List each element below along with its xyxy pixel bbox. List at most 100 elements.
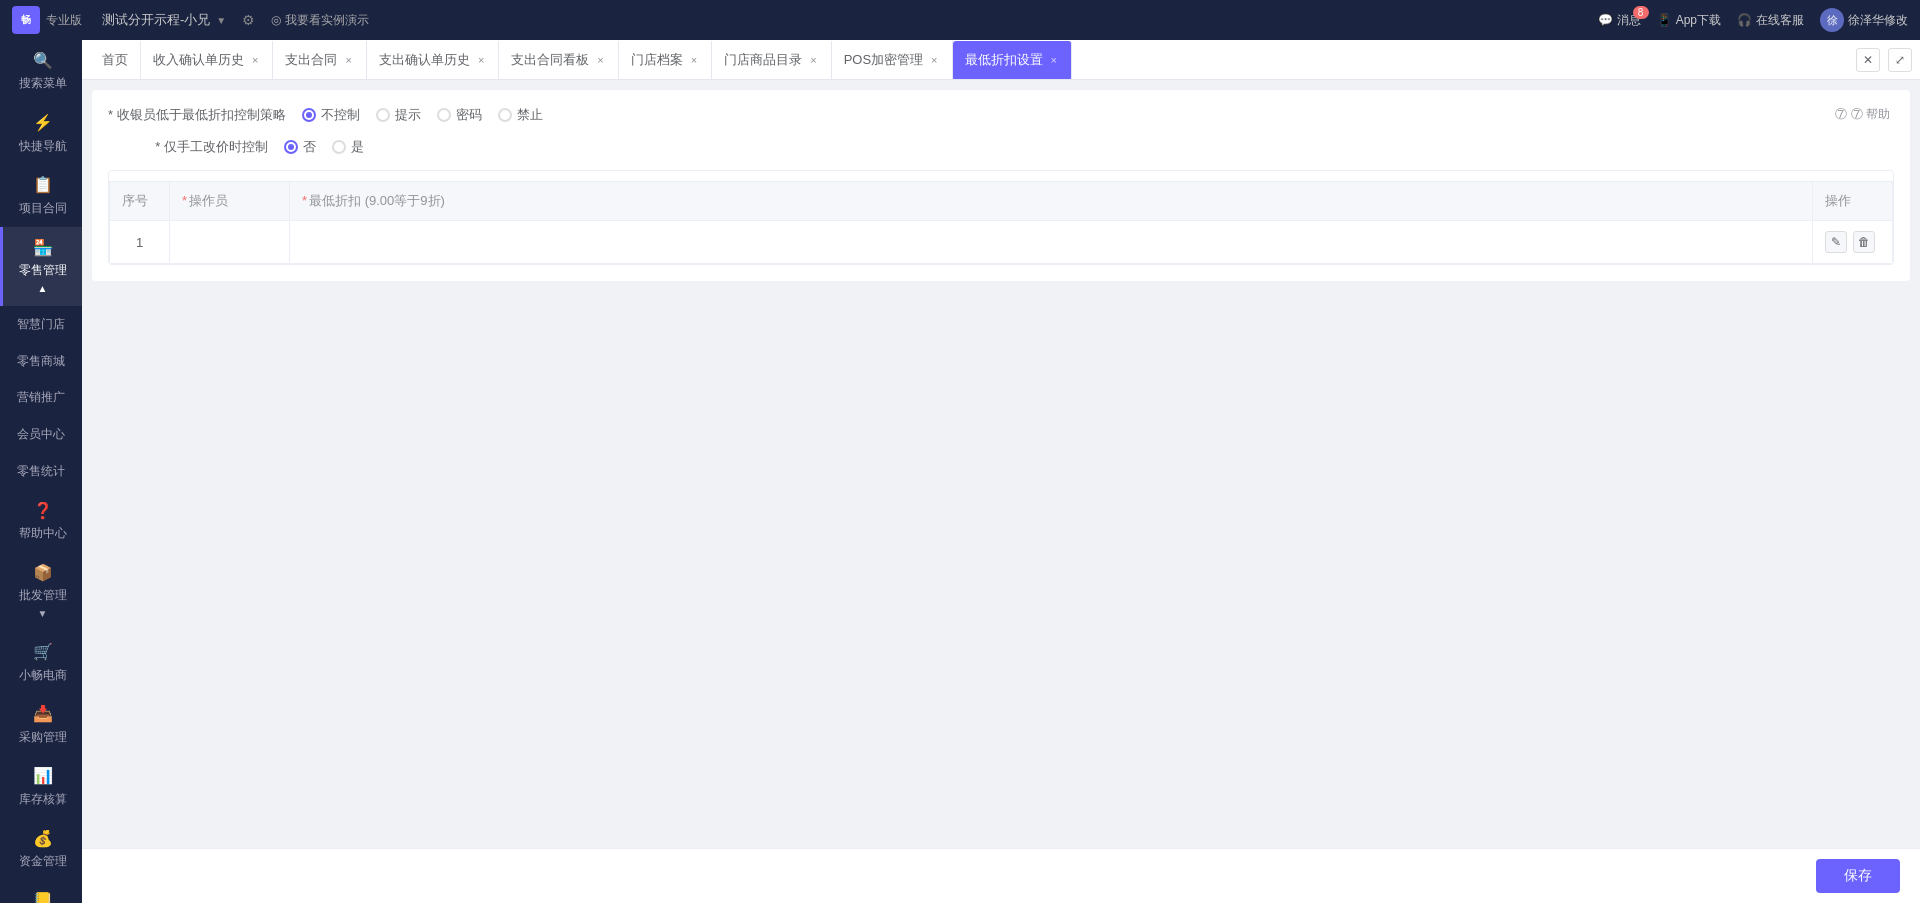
tab-payment-contract[interactable]: 支出合同 × — [273, 41, 366, 79]
save-button[interactable]: 保存 — [1816, 859, 1900, 893]
tab-store-goods-label: 门店商品目录 — [724, 51, 802, 69]
sidebar-item-member[interactable]: 会员中心 — [0, 416, 82, 453]
table-header-row: 序号 *操作员 *最低折扣 (9.00等于9折) 操作 — [110, 182, 1893, 221]
tab-pos-security-close[interactable]: × — [929, 53, 939, 67]
logo-icon: 畅 — [12, 6, 40, 34]
sidebar-item-project[interactable]: 📋 项目合同 — [0, 164, 82, 226]
tab-store-goods[interactable]: 门店商品目录 × — [712, 41, 831, 79]
sidebar-label-marketing: 营销推广 — [17, 389, 65, 406]
radio-no-control-circle — [302, 108, 316, 122]
sidebar-item-wholesale[interactable]: 📦 批发管理 ▼ — [0, 552, 82, 631]
radio-forbidden-label: 禁止 — [517, 106, 543, 124]
logo: 畅 专业版 — [12, 6, 94, 34]
tab-payment-confirm[interactable]: 支出确认单历史 × — [367, 41, 499, 79]
radio-forbidden[interactable]: 禁止 — [498, 106, 543, 124]
tab-store-file-close[interactable]: × — [689, 53, 699, 67]
ecommerce-icon: 🛒 — [33, 641, 53, 663]
discount-strategy-row: * 收银员低于最低折扣控制策略 不控制 提示 密码 — [108, 106, 1894, 124]
sidebar-item-marketing[interactable]: 营销推广 — [0, 379, 82, 416]
tab-store-file-label: 门店档案 — [631, 51, 683, 69]
sidebar-label-retail-mall: 零售商城 — [17, 353, 65, 370]
discount-table-scroll: 序号 *操作员 *最低折扣 (9.00等于9折) 操作 — [108, 170, 1894, 265]
retail-icon: 🏪 — [33, 237, 53, 259]
sidebar-item-quicknav[interactable]: ⚡ 快捷导航 — [0, 102, 82, 164]
radio-manual-no-circle — [284, 140, 298, 154]
search-icon: 🔍 — [33, 50, 53, 72]
sidebar-item-retail-mall[interactable]: 零售商城 — [0, 343, 82, 380]
online-service-item[interactable]: 🎧 在线客服 — [1737, 12, 1804, 29]
radio-password[interactable]: 密码 — [437, 106, 482, 124]
tab-income-confirm[interactable]: 收入确认单历史 × — [141, 41, 273, 79]
app-download-item[interactable]: 📱 App下载 — [1657, 12, 1721, 29]
content-area: 首页 收入确认单历史 × 支出合同 × 支出确认单历史 × 支出合同看板 × 门… — [82, 40, 1920, 903]
tab-close-button[interactable]: ✕ — [1856, 48, 1880, 72]
sidebar-item-smart-store[interactable]: 智慧门店 — [0, 306, 82, 343]
settings-icon[interactable]: ⚙ — [242, 12, 255, 28]
tab-income-confirm-close[interactable]: × — [250, 53, 260, 67]
tab-payment-confirm-close[interactable]: × — [476, 53, 486, 67]
sidebar-item-inventory[interactable]: 📊 库存核算 — [0, 755, 82, 817]
tab-maximize-button[interactable]: ⤢ — [1888, 48, 1912, 72]
cell-discount[interactable] — [290, 221, 1813, 264]
demo-link-text: 我要看实例演示 — [285, 12, 369, 29]
main-layout: 🔍 搜索菜单 ⚡ 快捷导航 📋 项目合同 🏪 零售管理 ▲ 智慧门店 零售商城 … — [0, 40, 1920, 903]
tab-payment-confirm-label: 支出确认单历史 — [379, 51, 470, 69]
radio-no-control-label: 不控制 — [321, 106, 360, 124]
sidebar-item-retail[interactable]: 🏪 零售管理 ▲ — [0, 227, 82, 306]
col-actions-header: 操作 — [1813, 182, 1893, 221]
radio-manual-no[interactable]: 否 — [284, 138, 316, 156]
delete-row-button[interactable]: 🗑 — [1853, 231, 1875, 253]
discount-strategy-label-text: * 收银员低于最低折扣控制策略 — [108, 107, 286, 122]
sidebar-label-wholesale: 批发管理 — [19, 587, 67, 604]
tab-home[interactable]: 首页 — [90, 41, 141, 79]
cell-operator[interactable] — [170, 221, 290, 264]
app-download-label: App下载 — [1676, 12, 1721, 29]
manual-price-radio-group: 否 是 — [284, 138, 364, 156]
tab-payment-board[interactable]: 支出合同看板 × — [499, 41, 618, 79]
demo-link[interactable]: ◎ 我要看实例演示 — [271, 12, 369, 29]
discount-strategy-label: * 收银员低于最低折扣控制策略 — [108, 106, 286, 124]
tab-bar: 首页 收入确认单历史 × 支出合同 × 支出确认单历史 × 支出合同看板 × 门… — [82, 40, 1920, 80]
radio-no-control[interactable]: 不控制 — [302, 106, 360, 124]
finance-icon: 💰 — [33, 828, 53, 850]
radio-manual-yes[interactable]: 是 — [332, 138, 364, 156]
sidebar-item-purchase[interactable]: 📥 采购管理 — [0, 693, 82, 755]
discount-table: 序号 *操作员 *最低折扣 (9.00等于9折) 操作 — [109, 181, 1893, 264]
page-footer: 保存 — [82, 848, 1920, 903]
tab-payment-contract-close[interactable]: × — [343, 53, 353, 67]
demo-circle-icon: ◎ — [271, 13, 281, 27]
sidebar-item-ecommerce[interactable]: 🛒 小畅电商 — [0, 631, 82, 693]
help-link[interactable]: ⑦ ⑦ 帮助 — [1835, 106, 1890, 123]
tab-home-label: 首页 — [102, 51, 128, 69]
manual-price-label: * 仅手工改价时控制 — [108, 138, 268, 156]
top-bar-center: 测试分开示程-小兄 ▼ ⚙ ◎ 我要看实例演示 — [94, 11, 1598, 29]
headset-icon: 🎧 — [1737, 13, 1752, 27]
sidebar-item-search[interactable]: 🔍 搜索菜单 — [0, 40, 82, 102]
sidebar-item-help[interactable]: ❓ 帮助中心 — [0, 490, 82, 552]
sidebar-item-ledger[interactable]: 📒 总账管理 — [0, 880, 82, 903]
user-item[interactable]: 徐 徐泽华修改 — [1820, 8, 1908, 32]
project-selector[interactable]: 测试分开示程-小兄 ▼ — [102, 11, 226, 29]
purchase-icon: 📥 — [33, 703, 53, 725]
tab-payment-board-close[interactable]: × — [595, 53, 605, 67]
tab-payment-contract-label: 支出合同 — [285, 51, 337, 69]
message-item[interactable]: 💬 消息 8 — [1598, 12, 1641, 29]
sidebar-item-retail-stat[interactable]: 零售统计 — [0, 453, 82, 490]
tab-store-file[interactable]: 门店档案 × — [619, 41, 712, 79]
help-label: ⑦ 帮助 — [1851, 107, 1890, 121]
radio-prompt[interactable]: 提示 — [376, 106, 421, 124]
online-service-label: 在线客服 — [1756, 12, 1804, 29]
manual-price-label-text: * 仅手工改价时控制 — [155, 139, 268, 154]
tab-min-discount-close[interactable]: × — [1049, 53, 1059, 67]
tab-min-discount[interactable]: 最低折扣设置 × — [953, 41, 1072, 79]
help-icon: ⑦ — [1835, 107, 1847, 121]
edition-label: 专业版 — [46, 12, 82, 29]
radio-prompt-circle — [376, 108, 390, 122]
help-icon: ❓ — [33, 500, 53, 522]
tab-store-goods-close[interactable]: × — [808, 53, 818, 67]
message-badge: 8 — [1633, 6, 1649, 19]
edit-row-button[interactable]: ✎ — [1825, 231, 1847, 253]
tab-pos-security[interactable]: POS加密管理 × — [832, 41, 953, 79]
sidebar-item-finance[interactable]: 💰 资金管理 — [0, 818, 82, 880]
user-name: 徐泽华修改 — [1848, 12, 1908, 29]
